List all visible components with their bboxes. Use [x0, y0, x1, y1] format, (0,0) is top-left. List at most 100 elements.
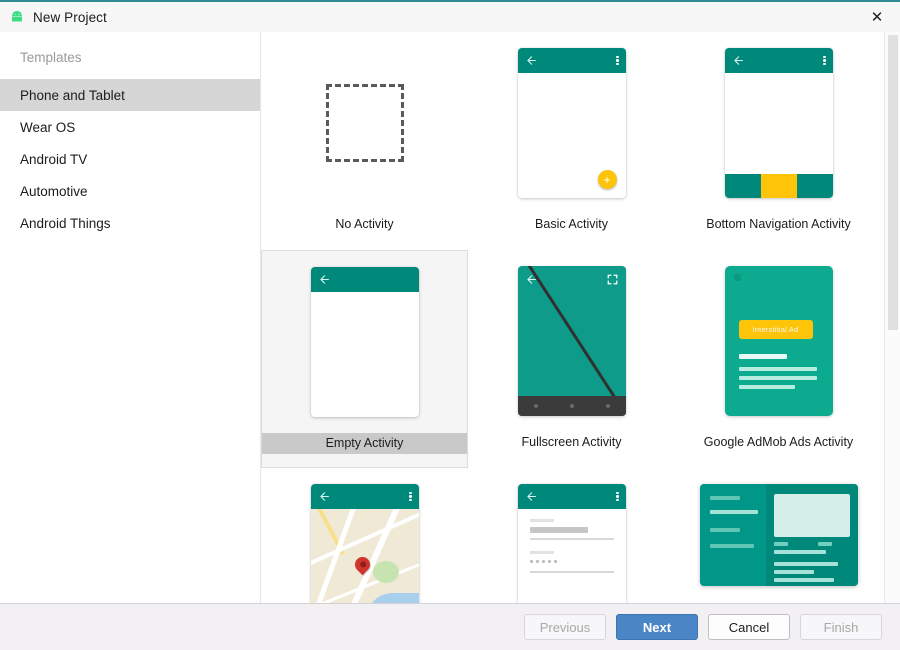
detail-line — [773, 570, 814, 574]
password-field-underline — [529, 571, 614, 573]
phone-mock — [310, 484, 419, 605]
new-project-dialog: New Project ✕ Templates Phone and Tablet… — [0, 0, 900, 650]
template-thumbnail — [675, 468, 882, 605]
content-line — [738, 354, 787, 359]
template-thumbnail — [261, 468, 468, 605]
list-item-line — [709, 528, 740, 532]
sidebar-item-label: Android Things — [20, 215, 111, 231]
menu-icon — [733, 274, 741, 281]
template-card-bottom-navigation-activity[interactable]: Bottom Navigation Activity — [675, 32, 882, 250]
template-card-admob-activity[interactable]: Interstitial Ad Google AdMob Ads Activit… — [675, 250, 882, 468]
dashed-placeholder-icon — [325, 84, 404, 162]
template-card-primary-detail-activity[interactable] — [675, 468, 882, 605]
nav-dot — [569, 404, 574, 408]
phone-content — [517, 509, 626, 605]
content-line — [738, 385, 795, 389]
template-label: Basic Activity — [535, 217, 608, 231]
template-thumbnail — [468, 250, 675, 432]
detail-line — [817, 542, 832, 546]
app-bar — [517, 48, 626, 73]
bottom-navigation-bar — [724, 174, 833, 198]
template-thumbnail — [675, 32, 882, 214]
phone-content — [310, 292, 419, 417]
sidebar-item-phone-and-tablet[interactable]: Phone and Tablet — [0, 79, 260, 111]
content-line — [738, 367, 817, 371]
app-bar — [310, 267, 419, 292]
template-label: Bottom Navigation Activity — [706, 217, 851, 231]
template-thumbnail — [261, 32, 468, 214]
detail-line — [773, 550, 826, 554]
template-card-google-maps-activity[interactable] — [261, 468, 468, 605]
phone-mock: Interstitial Ad — [724, 266, 833, 416]
sidebar-item-label: Android TV — [20, 151, 88, 167]
template-label: No Activity — [335, 217, 394, 231]
list-item-line — [709, 496, 740, 500]
phone-mock: + — [517, 48, 626, 198]
sidebar-item-android-things[interactable]: Android Things — [0, 207, 260, 239]
app-bar — [518, 266, 626, 292]
app-bar — [517, 484, 626, 509]
overflow-menu-icon — [823, 55, 826, 66]
sidebar-item-wear-os[interactable]: Wear OS — [0, 111, 260, 143]
template-thumbnail: + — [468, 32, 675, 214]
template-label: Empty Activity — [262, 433, 467, 454]
window-title: New Project — [33, 9, 107, 25]
bottom-nav-tab — [724, 174, 761, 198]
detail-line — [773, 578, 834, 582]
email-field-value — [529, 527, 588, 533]
template-label: Google AdMob Ads Activity — [703, 435, 854, 449]
fullscreen-expand-icon — [607, 274, 617, 284]
template-card-fullscreen-activity[interactable]: Fullscreen Activity — [468, 250, 675, 468]
back-arrow-icon — [526, 492, 536, 501]
next-button[interactable]: Next — [616, 614, 698, 640]
detail-line — [773, 542, 788, 546]
overflow-menu-icon — [616, 55, 619, 66]
template-grid: No Activity + Basic Activity Bottom Navi… — [261, 32, 884, 605]
nav-dot — [605, 404, 610, 408]
field-label — [529, 551, 554, 554]
phone-mock — [310, 267, 419, 417]
app-bar — [310, 484, 419, 509]
templates-sidebar: Templates Phone and Tablet Wear OS Andro… — [0, 32, 261, 605]
overflow-menu-icon — [409, 491, 412, 502]
template-card-empty-activity[interactable]: Empty Activity — [261, 250, 468, 468]
floating-action-button-icon: + — [597, 170, 617, 189]
finish-button[interactable]: Finish — [800, 614, 882, 640]
gallery-scrollbar-track[interactable] — [884, 32, 900, 605]
detail-line — [773, 562, 838, 566]
gallery-scrollbar-thumb[interactable] — [888, 35, 898, 330]
phone-content: + — [517, 73, 626, 198]
template-card-login-activity[interactable] — [468, 468, 675, 605]
sidebar-item-automotive[interactable]: Automotive — [0, 175, 260, 207]
bottom-nav-tab-active — [760, 174, 797, 198]
back-arrow-icon — [319, 492, 329, 501]
previous-button[interactable]: Previous — [524, 614, 606, 640]
tablet-mock — [699, 484, 858, 586]
phone-mock — [724, 48, 833, 198]
window-title-bar: New Project ✕ — [0, 2, 900, 32]
sidebar-item-label: Phone and Tablet — [20, 87, 125, 103]
template-gallery: No Activity + Basic Activity Bottom Navi… — [261, 32, 884, 605]
sidebar-item-label: Wear OS — [20, 119, 76, 135]
email-field-underline — [529, 538, 614, 540]
system-navigation-bar — [517, 396, 626, 416]
nav-dot — [533, 404, 538, 408]
list-item-line — [709, 510, 758, 514]
template-card-no-activity[interactable]: No Activity — [261, 32, 468, 250]
dialog-footer: Previous Next Cancel Finish — [0, 603, 900, 650]
sidebar-item-android-tv[interactable]: Android TV — [0, 143, 260, 175]
interstitial-ad-badge: Interstitial Ad — [738, 320, 813, 339]
template-thumbnail: Interstitial Ad — [675, 250, 882, 432]
phone-content — [724, 73, 833, 198]
sidebar-header: Templates — [20, 50, 82, 65]
close-icon[interactable]: ✕ — [854, 2, 900, 32]
back-arrow-icon — [733, 56, 743, 65]
template-card-basic-activity[interactable]: + Basic Activity — [468, 32, 675, 250]
back-arrow-icon — [526, 274, 536, 284]
sidebar-item-label: Automotive — [20, 183, 88, 199]
field-label — [529, 519, 554, 522]
cancel-button[interactable]: Cancel — [708, 614, 790, 640]
password-field-value — [529, 560, 557, 563]
detail-pane — [765, 484, 858, 586]
template-thumbnail — [262, 251, 467, 433]
